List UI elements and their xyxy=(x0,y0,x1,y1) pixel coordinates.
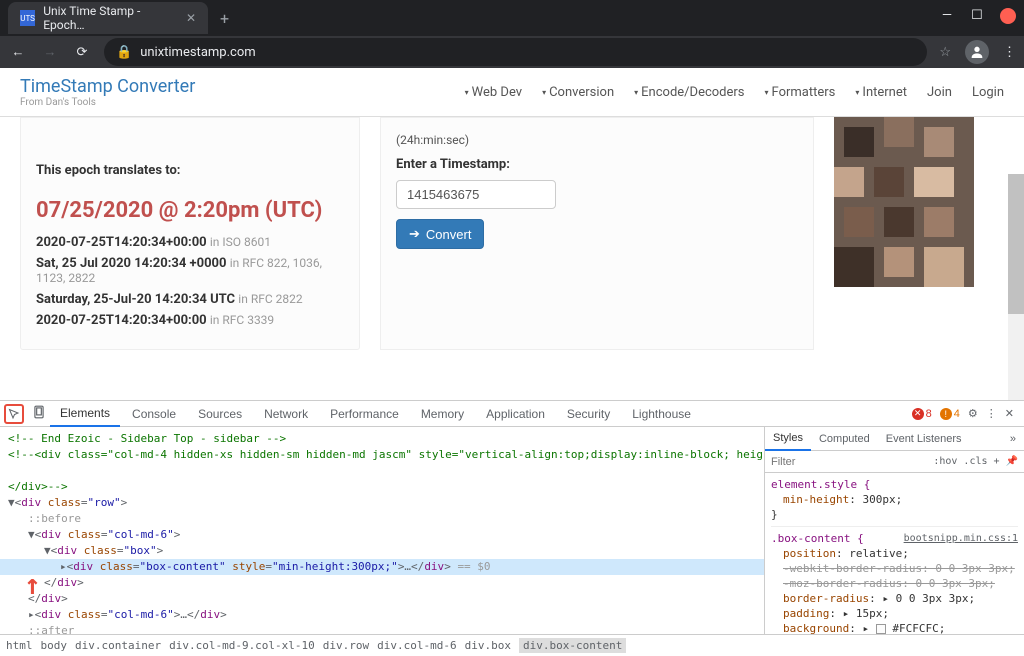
styles-filter-input[interactable] xyxy=(765,454,933,470)
brand-subtitle: From Dan's Tools xyxy=(20,97,195,108)
nav-formatters[interactable]: ▾Formatters xyxy=(765,85,836,100)
bc-item[interactable]: html xyxy=(6,639,33,652)
date-line: Sat, 25 Jul 2020 14:20:34 +0000 in RFC 8… xyxy=(36,256,344,286)
tab-console[interactable]: Console xyxy=(122,401,186,427)
new-rule-icon[interactable]: + xyxy=(994,456,1000,467)
ad-image xyxy=(834,117,974,287)
new-tab-button[interactable]: + xyxy=(220,9,229,28)
annotation-arrow-icon: ↑ xyxy=(24,577,41,593)
dom-line[interactable]: ▼<div class="row"> xyxy=(0,495,764,511)
hov-toggle[interactable]: :hov xyxy=(933,456,957,467)
nav-login[interactable]: Login xyxy=(972,85,1004,100)
nav-conversion[interactable]: ▾Conversion xyxy=(542,85,614,100)
dom-line[interactable]: ::before xyxy=(0,511,764,527)
dom-line[interactable]: </div> xyxy=(0,591,764,607)
nav-internet[interactable]: ▾Internet xyxy=(855,85,907,100)
errors-badge[interactable]: ✕8 xyxy=(912,408,932,420)
nav-encode[interactable]: ▾Encode/Decoders xyxy=(634,85,744,100)
tab-application[interactable]: Application xyxy=(476,401,555,427)
tab-lighthouse[interactable]: Lighthouse xyxy=(622,401,701,427)
minimize-icon[interactable]: — xyxy=(940,8,954,22)
tab-memory[interactable]: Memory xyxy=(411,401,474,427)
address-bar[interactable]: 🔒 unixtimestamp.com xyxy=(104,38,927,66)
translates-label: This epoch translates to: xyxy=(36,163,344,178)
nav-webdev[interactable]: ▾Web Dev xyxy=(465,85,522,100)
maximize-icon[interactable]: ☐ xyxy=(970,8,984,22)
dom-line[interactable]: ::after xyxy=(0,623,764,634)
cls-toggle[interactable]: .cls xyxy=(963,456,987,467)
tab-styles[interactable]: Styles xyxy=(765,427,811,451)
tab-sources[interactable]: Sources xyxy=(188,401,252,427)
lock-icon: 🔒 xyxy=(116,45,132,60)
forward-icon: → xyxy=(40,44,60,60)
tab-close-icon[interactable]: ✕ xyxy=(186,11,196,25)
pin-icon[interactable]: 📌 xyxy=(1006,456,1018,467)
bc-item-selected[interactable]: div.box-content xyxy=(519,638,626,653)
window-close-icon[interactable] xyxy=(1000,8,1016,24)
brand-title: TimeStamp Converter xyxy=(20,76,195,97)
settings-gear-icon[interactable]: ⚙ xyxy=(968,407,978,420)
enter-label: Enter a Timestamp: xyxy=(396,157,798,172)
tab-security[interactable]: Security xyxy=(557,401,620,427)
device-toolbar-icon[interactable] xyxy=(30,405,48,422)
dom-line[interactable]: <!--<div class="col-md-4 hidden-xs hidde… xyxy=(0,447,764,463)
elements-panel[interactable]: ↑ <!-- End Ezoic - Sidebar Top - sidebar… xyxy=(0,427,764,634)
dom-line-selected[interactable]: ▸<div class="box-content" style="min-hei… xyxy=(0,559,764,575)
bc-item[interactable]: div.container xyxy=(75,639,161,652)
hint-text: (24h:min:sec) xyxy=(396,133,798,147)
styles-body[interactable]: element.style { min-height: 300px; } boo… xyxy=(765,473,1024,634)
url-text: unixtimestamp.com xyxy=(140,45,255,60)
profile-icon[interactable] xyxy=(965,40,989,64)
tab-event-listeners[interactable]: Event Listeners xyxy=(878,427,970,451)
date-line: Saturday, 25-Jul-20 14:20:34 UTC in RFC … xyxy=(36,292,344,307)
timestamp-input[interactable] xyxy=(396,180,556,209)
epoch-result: 07/25/2020 @ 2:20pm (UTC) xyxy=(36,198,344,223)
scrollbar-thumb[interactable] xyxy=(1008,174,1024,314)
arrow-right-icon: ➔ xyxy=(409,226,420,242)
tab-performance[interactable]: Performance xyxy=(320,401,409,427)
browser-tab[interactable]: UTS Unix Time Stamp - Epoch… ✕ xyxy=(8,2,208,34)
dom-line[interactable]: </div>--> xyxy=(0,479,764,495)
page-scrollbar[interactable] xyxy=(1008,174,1024,400)
bookmark-icon[interactable]: ☆ xyxy=(939,45,951,60)
result-box: This epoch translates to: 07/25/2020 @ 2… xyxy=(20,117,360,350)
warnings-badge[interactable]: !4 xyxy=(940,408,960,420)
favicon-icon: UTS xyxy=(20,10,35,26)
bc-item[interactable]: div.col-md-6 xyxy=(377,639,456,652)
styles-more-icon[interactable]: » xyxy=(1002,433,1024,445)
tab-title: Unix Time Stamp - Epoch… xyxy=(43,4,178,32)
reload-icon[interactable]: ⟳ xyxy=(72,45,92,60)
dom-line[interactable]: ▸<div class="col-md-6">…</div> xyxy=(0,607,764,623)
dom-line[interactable]: </div> xyxy=(0,575,764,591)
back-icon[interactable]: ← xyxy=(8,44,28,60)
tab-computed[interactable]: Computed xyxy=(811,427,878,451)
input-box: (24h:min:sec) Enter a Timestamp: ➔ Conve… xyxy=(380,117,814,350)
dom-line[interactable]: <!-- End Ezoic - Sidebar Top - sidebar -… xyxy=(0,431,764,447)
bc-item[interactable]: div.row xyxy=(323,639,369,652)
date-line: 2020-07-25T14:20:34+00:00 in ISO 8601 xyxy=(36,235,344,250)
dom-line[interactable]: ▼<div class="col-md-6"> xyxy=(0,527,764,543)
brand[interactable]: TimeStamp Converter From Dan's Tools xyxy=(20,76,195,108)
date-line: 2020-07-25T14:20:34+00:00 in RFC 3339 xyxy=(36,313,344,328)
devtools-menu-icon[interactable]: ⋮ xyxy=(986,407,997,420)
tab-elements[interactable]: Elements xyxy=(50,401,120,427)
convert-button[interactable]: ➔ Convert xyxy=(396,219,484,249)
tab-network[interactable]: Network xyxy=(254,401,318,427)
dom-line[interactable]: ▼<div class="box"> xyxy=(0,543,764,559)
bc-item[interactable]: body xyxy=(41,639,68,652)
inspect-element-icon[interactable] xyxy=(4,404,24,424)
browser-menu-icon[interactable]: ⋮ xyxy=(1003,45,1016,60)
breadcrumb[interactable]: html body div.container div.col-md-9.col… xyxy=(0,634,1024,656)
devtools-close-icon[interactable]: ✕ xyxy=(1005,407,1014,420)
nav-menu: ▾Web Dev ▾Conversion ▾Encode/Decoders ▾F… xyxy=(465,85,1004,100)
bc-item[interactable]: div.col-md-9.col-xl-10 xyxy=(169,639,315,652)
nav-join[interactable]: Join xyxy=(927,85,952,100)
bc-item[interactable]: div.box xyxy=(465,639,511,652)
